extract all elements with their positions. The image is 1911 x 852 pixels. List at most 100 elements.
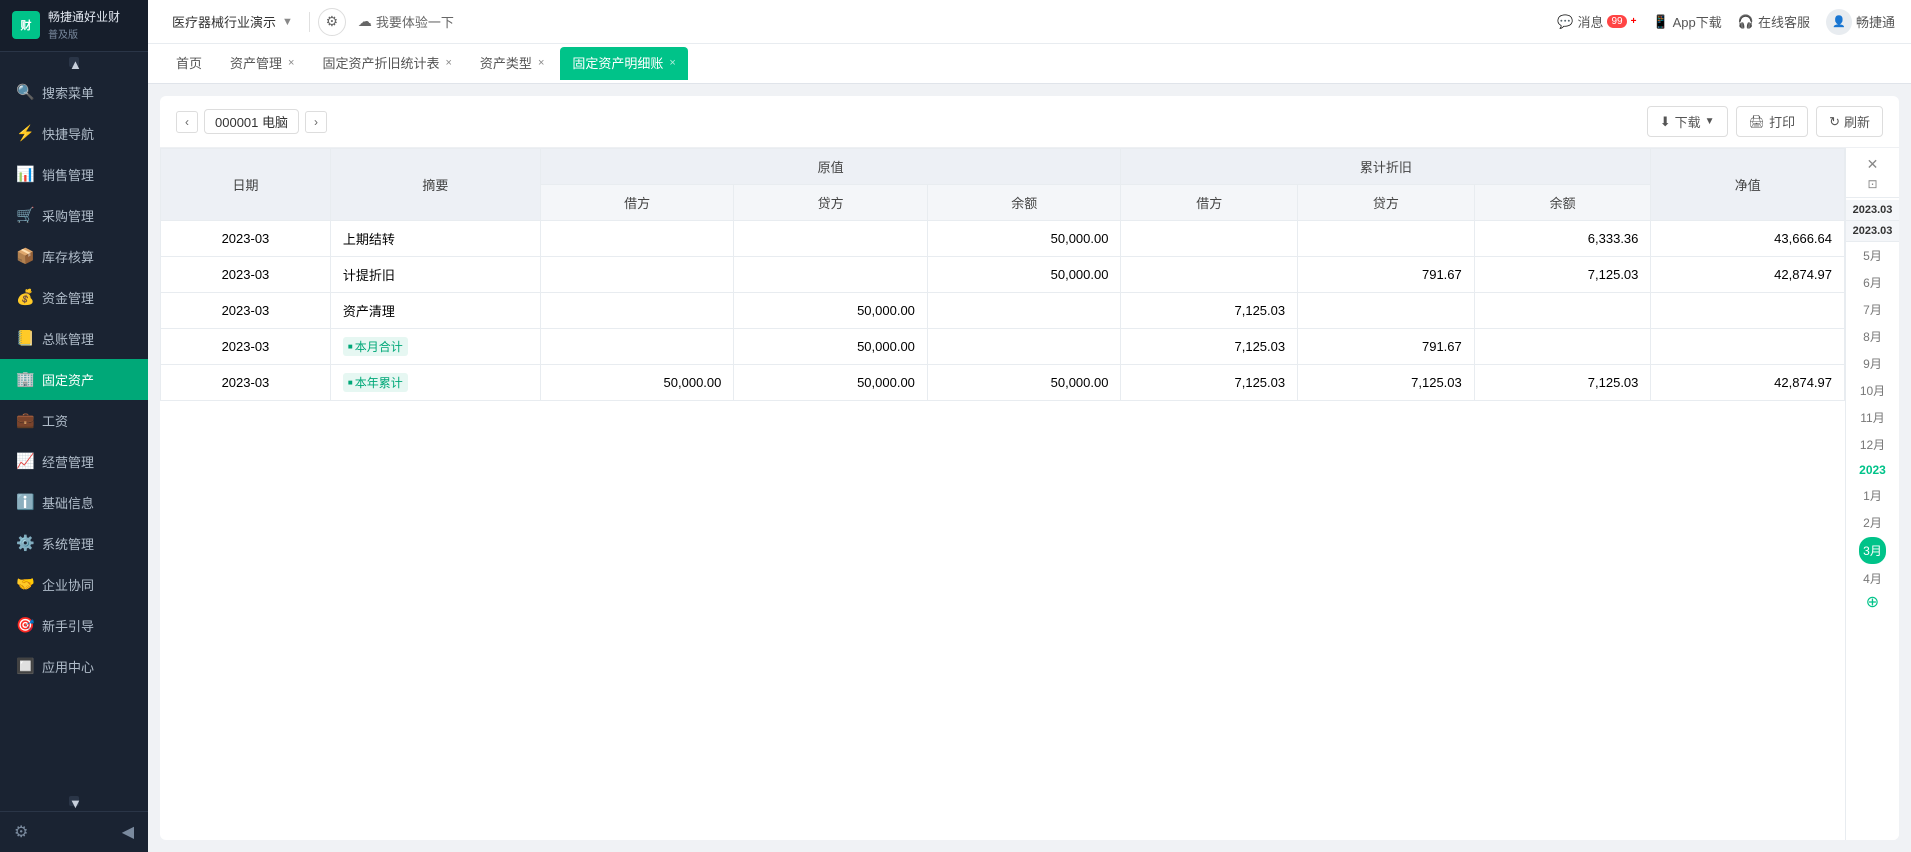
quick-nav-icon: ⚡ xyxy=(16,124,34,142)
purchase-icon: 🛒 xyxy=(16,206,34,224)
next-asset-button[interactable]: › xyxy=(305,111,327,133)
asset-detail-table: 日期 摘要 原值 累计折旧 净值 借方 贷方 余额 借方 xyxy=(160,148,1845,401)
sidebar-item-guide[interactable]: 🎯 新手引导 xyxy=(0,605,148,646)
timeline-month-5[interactable]: 5月 xyxy=(1846,242,1899,269)
cell-dep-debit: 7,125.03 xyxy=(1121,293,1298,329)
panel-actions: ⬇ 下载 ▼ 🖨 打印 ↻ 刷新 xyxy=(1647,106,1883,137)
cell-dep-balance xyxy=(1474,329,1651,365)
cell-dep-balance xyxy=(1474,293,1651,329)
cell-orig-debit: 50,000.00 xyxy=(540,365,734,401)
table-row: 2023-03本月合计50,000.007,125.03791.67 xyxy=(161,329,1845,365)
message-icon: 💬 xyxy=(1557,14,1573,30)
timeline-expand-button[interactable]: ⊡ xyxy=(1865,175,1879,193)
timeline-month-11[interactable]: 11月 xyxy=(1846,404,1899,431)
sidebar-item-system[interactable]: ⚙️ 系统管理 xyxy=(0,523,148,564)
sidebar-item-quick-nav[interactable]: ⚡ 快捷导航 xyxy=(0,113,148,154)
timeline-close-button[interactable]: ✕ xyxy=(1865,154,1881,175)
sidebar-item-app-center[interactable]: 🔲 应用中心 xyxy=(0,646,148,687)
tab-asset-mgmt-label: 资产管理 xyxy=(230,53,282,72)
timeline-month-9[interactable]: 9月 xyxy=(1846,350,1899,377)
sidebar-item-collaboration[interactable]: 🤝 企业协同 xyxy=(0,564,148,605)
sidebar-item-inventory[interactable]: 📦 库存核算 xyxy=(0,236,148,277)
sidebar-item-label: 快捷导航 xyxy=(42,124,94,143)
tab-home[interactable]: 首页 xyxy=(164,47,214,80)
sidebar-settings-icon[interactable]: ⚙ xyxy=(14,822,28,842)
sidebar-item-search[interactable]: 🔍 搜索菜单 xyxy=(0,72,148,113)
app-download-button[interactable]: 📱 App下载 xyxy=(1652,12,1721,31)
timeline-month-8[interactable]: 8月 xyxy=(1846,323,1899,350)
tab-asset-types-close[interactable]: × xyxy=(538,57,544,69)
experience-label: 我要体验一下 xyxy=(376,12,454,31)
prev-asset-button[interactable]: ‹ xyxy=(176,111,198,133)
sidebar-nav: 🔍 搜索菜单 ⚡ 快捷导航 📊 销售管理 🛒 采购管理 📦 库存核算 💰 资金管… xyxy=(0,72,148,791)
download-chevron: ▼ xyxy=(1705,116,1715,127)
sidebar-item-sales[interactable]: 📊 销售管理 xyxy=(0,154,148,195)
tab-asset-mgmt[interactable]: 资产管理 × xyxy=(218,47,306,80)
download-icon: ⬇ xyxy=(1660,114,1671,130)
company-settings-button[interactable]: ⚙ xyxy=(318,8,346,36)
col-date-header: 日期 xyxy=(161,149,331,221)
sidebar-item-payroll[interactable]: 💼 工资 xyxy=(0,400,148,441)
timeline-panel: ✕ ⊡ 2023.03 2023.03 5月 6月 7月 8月 9月 10月 1… xyxy=(1845,148,1899,840)
inventory-icon: 📦 xyxy=(16,247,34,265)
cell-orig-credit xyxy=(734,221,928,257)
cell-net-value: 43,666.64 xyxy=(1651,221,1845,257)
content-area: ‹ 000001 电脑 › ⬇ 下载 ▼ 🖨 打印 ↻ xyxy=(148,84,1911,852)
sidebar-item-purchase[interactable]: 🛒 采购管理 xyxy=(0,195,148,236)
sidebar-item-ledger[interactable]: 📒 总账管理 xyxy=(0,318,148,359)
sidebar-item-label: 固定资产 xyxy=(42,370,94,389)
header-right-actions: 💬 消息 99 + 📱 App下载 🎧 在线客服 👤 畅捷通 xyxy=(1557,9,1895,35)
messages-button[interactable]: 💬 消息 99 + xyxy=(1557,12,1636,31)
timeline-month-3-active[interactable]: 3月 xyxy=(1859,537,1886,564)
print-button[interactable]: 🖨 打印 xyxy=(1736,106,1809,137)
sidebar-collapse-icon[interactable]: ◀ xyxy=(122,822,134,842)
sidebar-logo: 财 畅捷通好业财 普及版 xyxy=(0,0,148,52)
sidebar-scroll-up[interactable]: ▲ xyxy=(69,57,79,67)
sidebar-item-label: 经营管理 xyxy=(42,452,94,471)
sidebar-item-fixed-assets[interactable]: 🏢 固定资产 xyxy=(0,359,148,400)
user-avatar: 👤 xyxy=(1826,9,1852,35)
timeline-month-1[interactable]: 1月 xyxy=(1846,482,1899,509)
cell-orig-credit: 50,000.00 xyxy=(734,329,928,365)
sidebar-item-funds[interactable]: 💰 资金管理 xyxy=(0,277,148,318)
timeline-down-icon[interactable]: ⊕ xyxy=(1866,592,1879,612)
tab-asset-mgmt-close[interactable]: × xyxy=(288,57,294,69)
download-button[interactable]: ⬇ 下载 ▼ xyxy=(1647,106,1728,137)
experience-button[interactable]: ☁ 我要体验一下 xyxy=(358,12,454,31)
tab-asset-detail[interactable]: 固定资产明细账 × xyxy=(560,47,687,80)
username: 畅捷通 xyxy=(1856,12,1895,31)
user-profile[interactable]: 👤 畅捷通 xyxy=(1826,9,1895,35)
logo-title: 畅捷通好业财 xyxy=(48,10,120,26)
tab-depreciation-stats[interactable]: 固定资产折旧统计表 × xyxy=(310,47,463,80)
cell-summary: 计提折旧 xyxy=(330,257,540,293)
timeline-month-2[interactable]: 2月 xyxy=(1846,509,1899,536)
cell-net-value xyxy=(1651,293,1845,329)
panel-header: ‹ 000001 电脑 › ⬇ 下载 ▼ 🖨 打印 ↻ xyxy=(160,96,1899,148)
cell-orig-balance: 50,000.00 xyxy=(927,257,1121,293)
cell-dep-balance: 7,125.03 xyxy=(1474,365,1651,401)
sidebar-item-label: 资金管理 xyxy=(42,288,94,307)
tab-asset-types[interactable]: 资产类型 × xyxy=(468,47,556,80)
customer-service-button[interactable]: 🎧 在线客服 xyxy=(1738,12,1810,31)
timeline-year-2023[interactable]: 2023 xyxy=(1846,458,1899,482)
sidebar-item-basic-info[interactable]: ℹ️ 基础信息 xyxy=(0,482,148,523)
tab-asset-detail-close[interactable]: × xyxy=(669,57,675,69)
timeline-month-10[interactable]: 10月 xyxy=(1846,377,1899,404)
header-separator xyxy=(309,12,310,32)
company-selector[interactable]: 医疗器械行业演示 ▼ xyxy=(164,8,301,35)
cell-dep-credit: 7,125.03 xyxy=(1298,365,1475,401)
timeline-month-4[interactable]: 4月 xyxy=(1846,565,1899,592)
guide-icon: 🎯 xyxy=(16,616,34,634)
tab-depreciation-close[interactable]: × xyxy=(445,57,451,69)
cell-dep-credit xyxy=(1298,221,1475,257)
timeline-month-12[interactable]: 12月 xyxy=(1846,431,1899,458)
refresh-label: 刷新 xyxy=(1844,112,1870,131)
logo-icon: 财 xyxy=(12,11,40,39)
timeline-month-6[interactable]: 6月 xyxy=(1846,269,1899,296)
sidebar-item-operations[interactable]: 📈 经营管理 xyxy=(0,441,148,482)
download-icon: 📱 xyxy=(1652,14,1668,30)
timeline-month-7[interactable]: 7月 xyxy=(1846,296,1899,323)
refresh-button[interactable]: ↻ 刷新 xyxy=(1816,106,1883,137)
sidebar-scroll-down[interactable]: ▼ xyxy=(69,796,79,806)
cell-date: 2023-03 xyxy=(161,257,331,293)
